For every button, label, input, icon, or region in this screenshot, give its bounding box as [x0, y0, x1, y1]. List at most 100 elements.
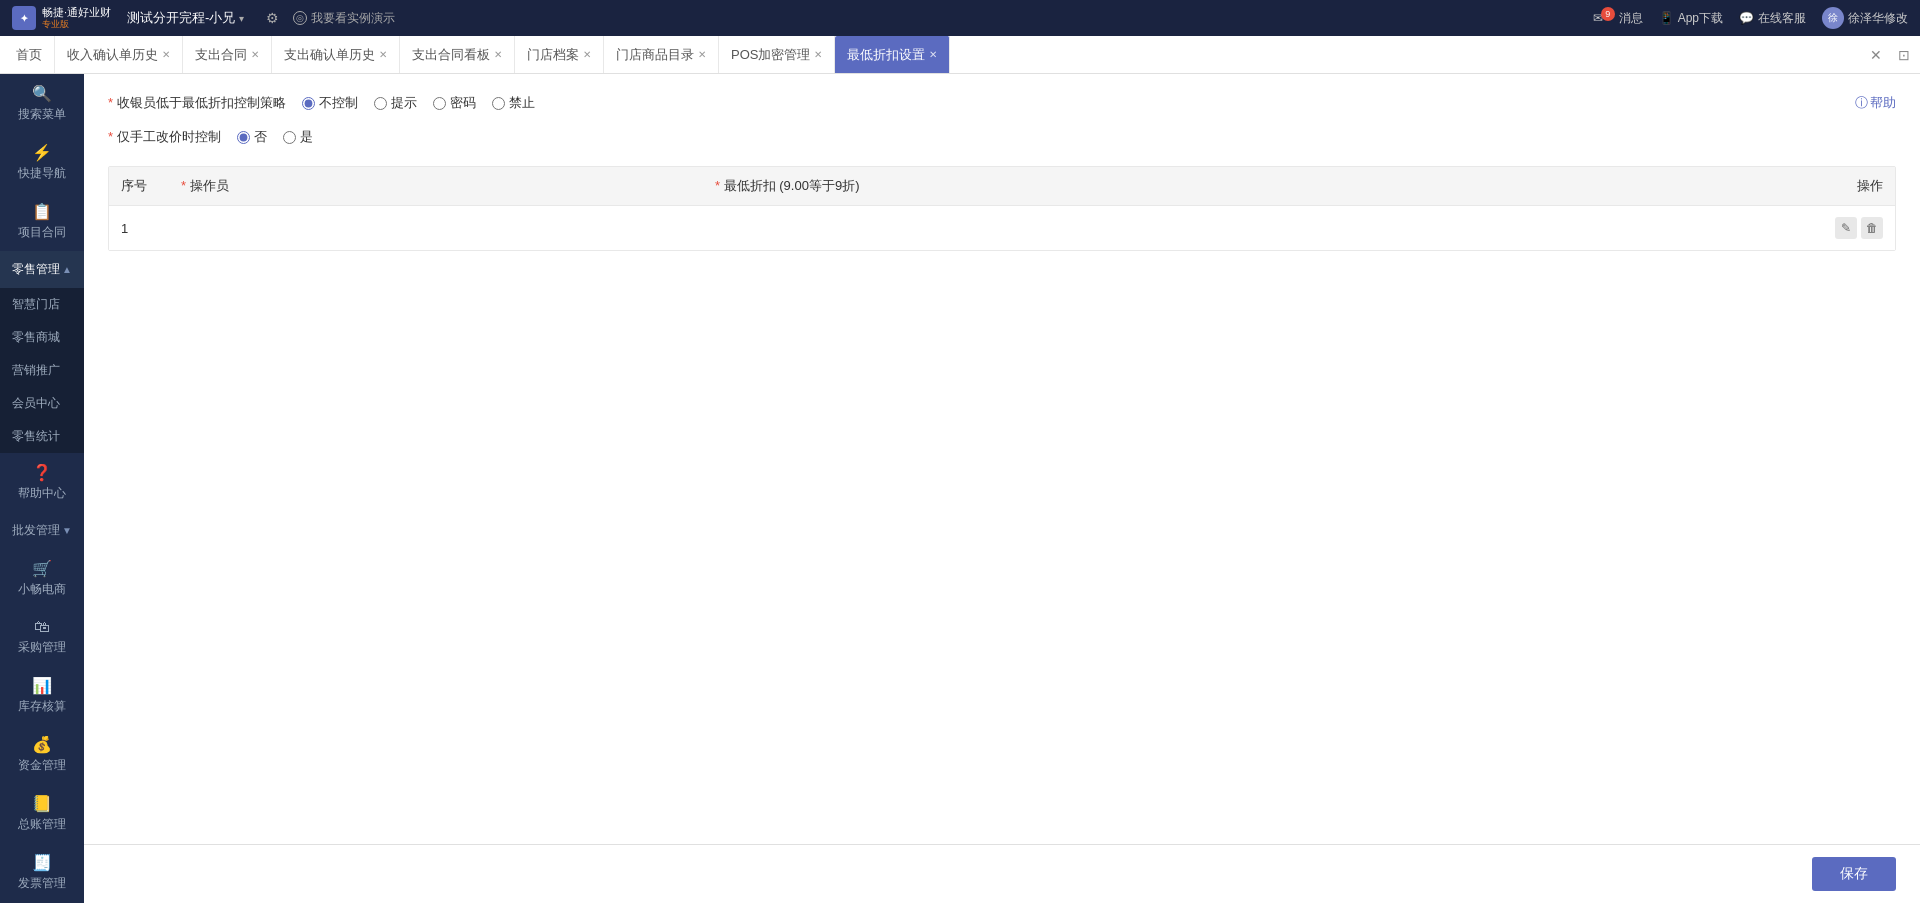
policy-remind-radio[interactable]: [374, 97, 387, 110]
sidebar-item-purchase-mgmt[interactable]: 🛍 采购管理: [0, 608, 84, 666]
row-delete-button[interactable]: 🗑: [1861, 217, 1883, 239]
app-icon: 📱: [1659, 11, 1674, 25]
content-area: ⓘ 帮助 收银员低于最低折扣控制策略 不控制: [84, 74, 1920, 903]
policy-radio-group: 不控制 提示 密码 禁: [302, 94, 535, 112]
tab-close-all-button[interactable]: ✕: [1864, 43, 1888, 67]
policy-no-control[interactable]: 不控制: [302, 94, 358, 112]
policy-no-control-label: 不控制: [319, 94, 358, 112]
tab-store-files[interactable]: 门店档案 ✕: [515, 36, 604, 74]
save-button[interactable]: 保存: [1812, 857, 1896, 891]
sidebar-search-label: 搜索菜单: [18, 106, 66, 123]
tab-store-files-close[interactable]: ✕: [583, 49, 591, 60]
policy-password-radio[interactable]: [433, 97, 446, 110]
tab-payment-contract[interactable]: 支出合同 ✕: [183, 36, 272, 74]
sidebar: 🔍 搜索菜单 ⚡ 快捷导航 📋 项目合同 零售管理 ▲ 智慧门店 零售商城 营销…: [0, 74, 84, 903]
tab-pos-password[interactable]: POS加密管理 ✕: [719, 36, 835, 74]
sidebar-item-ecommerce[interactable]: 🛒 小畅电商: [0, 549, 84, 608]
sidebar-item-member-center[interactable]: 会员中心: [0, 387, 84, 420]
tab-store-files-label: 门店档案: [527, 46, 579, 64]
policy-password-label: 密码: [450, 94, 476, 112]
policy-forbid[interactable]: 禁止: [492, 94, 535, 112]
sidebar-item-retail-stats[interactable]: 零售统计: [0, 420, 84, 453]
manual-price-yes-radio[interactable]: [283, 131, 296, 144]
invoice-mgmt-icon: 🧾: [32, 853, 52, 872]
tab-payment-contract-close[interactable]: ✕: [251, 49, 259, 60]
main-card: ⓘ 帮助 收银员低于最低折扣控制策略 不控制: [84, 74, 1920, 844]
retail-stats-label: 零售统计: [12, 428, 60, 445]
tab-home[interactable]: 首页: [4, 36, 55, 74]
sidebar-inventory-label: 库存核算: [18, 698, 66, 715]
policy-remind[interactable]: 提示: [374, 94, 417, 112]
sidebar-item-invoice-mgmt[interactable]: 🧾 发票管理: [0, 843, 84, 902]
sidebar-project-contract-label: 项目合同: [18, 224, 66, 241]
wholesale-mgmt-label: 批发管理: [12, 522, 60, 539]
message-badge: 9: [1601, 7, 1615, 21]
app-download-button[interactable]: 📱 App下载: [1659, 10, 1723, 27]
sidebar-item-smart-store[interactable]: 智慧门店: [0, 288, 84, 321]
policy-forbid-radio[interactable]: [492, 97, 505, 110]
sidebar-item-retail-mall[interactable]: 零售商城: [0, 321, 84, 354]
tab-pos-password-close[interactable]: ✕: [814, 49, 822, 60]
row-action-buttons: ✎ 🗑: [1783, 217, 1883, 239]
member-center-label: 会员中心: [12, 395, 60, 412]
tab-actions: ✕ ⊡: [1864, 43, 1916, 67]
demo-link[interactable]: ◎ 我要看实例演示: [293, 10, 395, 27]
row-edit-button[interactable]: ✎: [1835, 217, 1857, 239]
policy-label: 收银员低于最低折扣控制策略: [108, 94, 286, 112]
tab-store-products[interactable]: 门店商品目录 ✕: [604, 36, 719, 74]
sidebar-item-finance[interactable]: 💰 资金管理: [0, 725, 84, 784]
tab-min-discount[interactable]: 最低折扣设置 ✕: [835, 36, 950, 74]
sidebar-help-center-label: 帮助中心: [18, 485, 66, 502]
logo-icon: ✦: [12, 6, 36, 30]
help-center-icon: ❓: [32, 463, 52, 482]
sidebar-finance-label: 资金管理: [18, 757, 66, 774]
policy-no-control-radio[interactable]: [302, 97, 315, 110]
message-button[interactable]: ✉ 9 消息: [1593, 10, 1643, 27]
header-right: ✉ 9 消息 📱 App下载 💬 在线客服 徐 徐泽华修改: [1593, 7, 1908, 29]
manual-price-no-radio[interactable]: [237, 131, 250, 144]
service-label: 在线客服: [1758, 10, 1806, 27]
project-contract-icon: 📋: [32, 202, 52, 221]
tab-payment-history[interactable]: 支出确认单历史 ✕: [272, 36, 400, 74]
sidebar-item-help-center[interactable]: ❓ 帮助中心: [0, 453, 84, 512]
tab-payment-board-label: 支出合同看板: [412, 46, 490, 64]
tab-income-history[interactable]: 收入确认单历史 ✕: [55, 36, 183, 74]
retail-mall-label: 零售商城: [12, 329, 60, 346]
manual-price-no[interactable]: 否: [237, 128, 267, 146]
sidebar-item-ledger[interactable]: 📒 总账管理: [0, 784, 84, 843]
tab-min-discount-close[interactable]: ✕: [929, 49, 937, 60]
sidebar-item-marketing[interactable]: 营销推广: [0, 354, 84, 387]
online-service-button[interactable]: 💬 在线客服: [1739, 10, 1806, 27]
sidebar-item-retail-mgmt[interactable]: 零售管理 ▲: [0, 251, 84, 288]
manual-price-yes[interactable]: 是: [283, 128, 313, 146]
page-content: ⓘ 帮助 收银员低于最低折扣控制策略 不控制: [84, 74, 1920, 844]
project-selector[interactable]: 测试分开完程-小兄 ▾: [119, 9, 252, 27]
smart-store-label: 智慧门店: [12, 296, 60, 313]
sidebar-item-quick-nav[interactable]: ⚡ 快捷导航: [0, 133, 84, 192]
policy-remind-label: 提示: [391, 94, 417, 112]
header-settings-button[interactable]: ⚙: [260, 10, 285, 26]
service-icon: 💬: [1739, 11, 1754, 25]
purchase-mgmt-icon: 🛍: [34, 618, 50, 636]
sidebar-item-search[interactable]: 🔍 搜索菜单: [0, 74, 84, 133]
main-layout: 🔍 搜索菜单 ⚡ 快捷导航 📋 项目合同 零售管理 ▲ 智慧门店 零售商城 营销…: [0, 74, 1920, 903]
logo-text: 畅捷·通好业财: [42, 6, 111, 19]
tab-payment-board-close[interactable]: ✕: [494, 49, 502, 60]
sidebar-item-wholesale-mgmt[interactable]: 批发管理 ▼: [0, 512, 84, 549]
policy-password[interactable]: 密码: [433, 94, 476, 112]
help-button[interactable]: ⓘ 帮助: [1855, 94, 1896, 112]
tab-payment-history-close[interactable]: ✕: [379, 49, 387, 60]
tab-payment-board[interactable]: 支出合同看板 ✕: [400, 36, 515, 74]
discount-table: 序号 操作员 最低折扣 (9.00等于9折) 操作 1 ✎: [108, 166, 1896, 251]
tab-income-history-close[interactable]: ✕: [162, 49, 170, 60]
finance-icon: 💰: [32, 735, 52, 754]
tab-store-products-close[interactable]: ✕: [698, 49, 706, 60]
tab-maximize-button[interactable]: ⊡: [1892, 43, 1916, 67]
sidebar-item-inventory[interactable]: 📊 库存核算: [0, 666, 84, 725]
sidebar-item-project-contract[interactable]: 📋 项目合同: [0, 192, 84, 251]
table-header: 序号 操作员 最低折扣 (9.00等于9折) 操作: [109, 167, 1895, 206]
policy-form-row: 收银员低于最低折扣控制策略 不控制 提示: [108, 94, 1896, 112]
app-label: App下载: [1678, 10, 1723, 27]
manual-price-label: 仅手工改价时控制: [108, 128, 221, 146]
user-menu[interactable]: 徐 徐泽华修改: [1822, 7, 1908, 29]
